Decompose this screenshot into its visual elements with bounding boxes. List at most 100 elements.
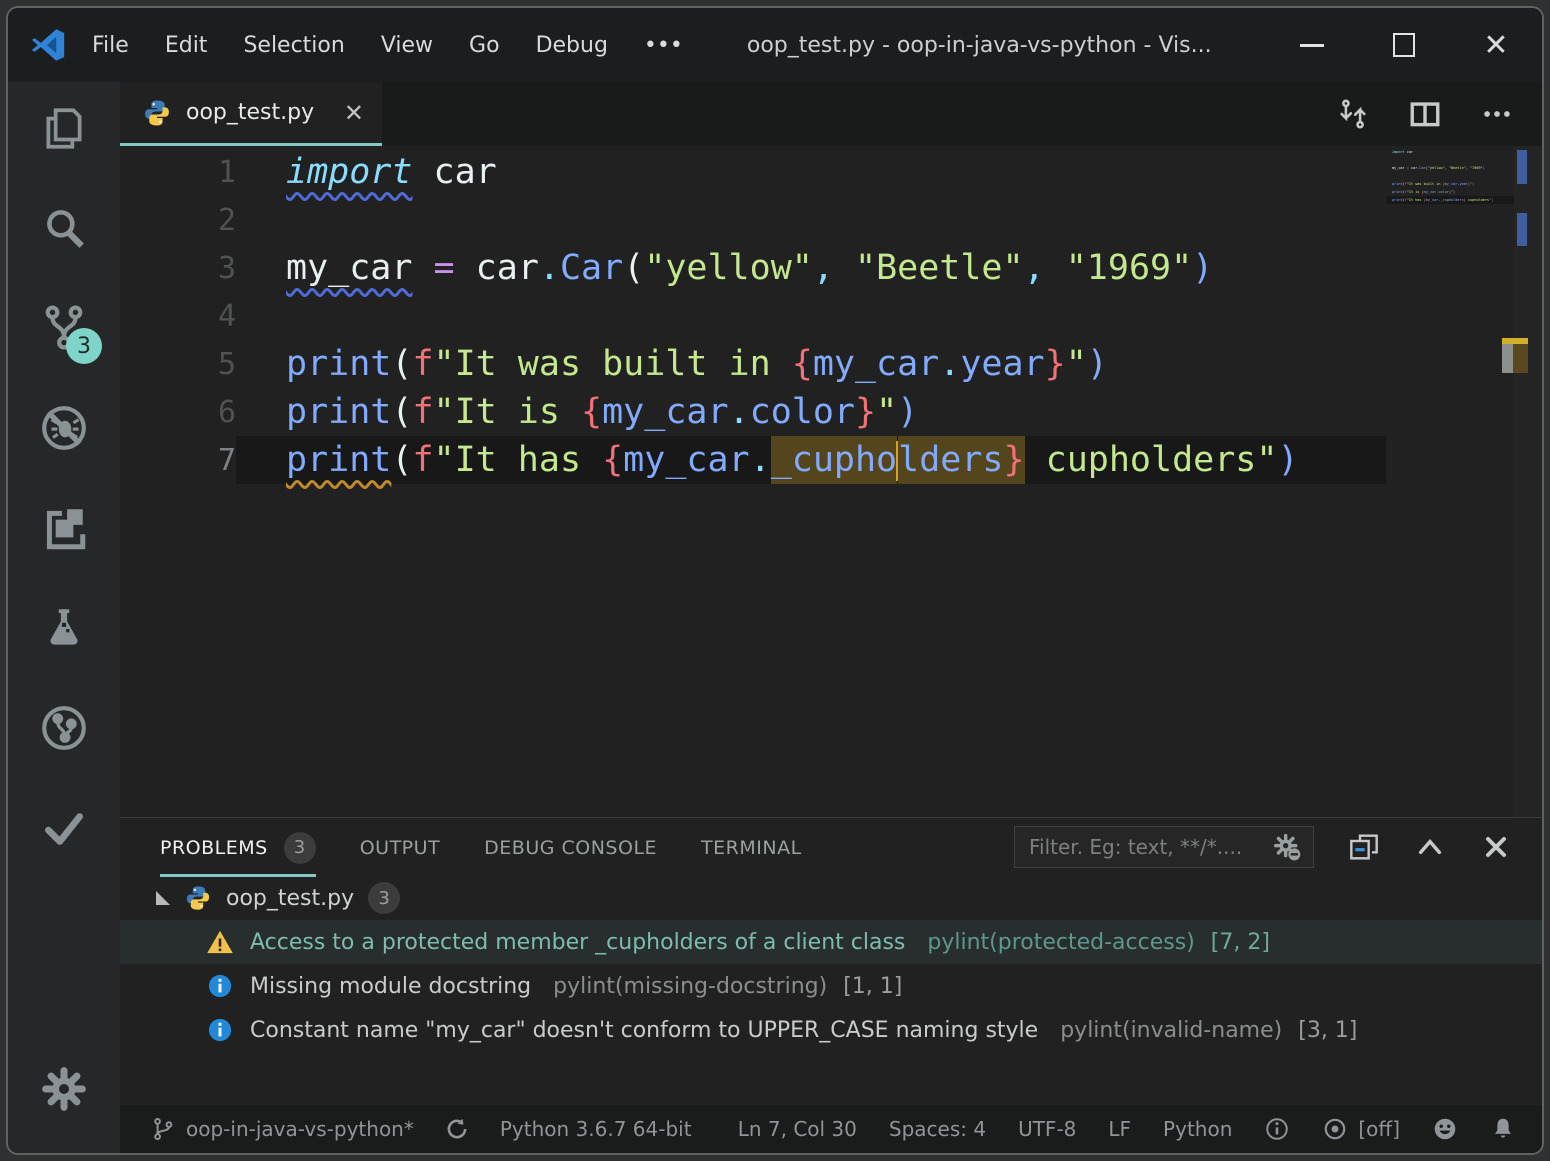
minimap-warning-marker (1502, 338, 1528, 344)
collapse-all-icon[interactable] (1348, 831, 1380, 863)
line-number[interactable]: 6 (120, 395, 236, 430)
line-number[interactable]: 3 (120, 251, 236, 286)
status-bar: oop-in-java-vs-python* Python 3.6.7 64-b… (120, 1105, 1542, 1153)
sync-status[interactable] (444, 1116, 470, 1142)
git-branch-status[interactable]: oop-in-java-vs-python* (150, 1116, 414, 1142)
eol-status[interactable]: LF (1108, 1117, 1131, 1141)
maximize-button[interactable] (1384, 25, 1424, 65)
minimap[interactable]: 1import car23my_car = car.Car("yellow", … (1386, 148, 1514, 817)
problem-message: Access to a protected member _cupholders… (250, 930, 905, 955)
panel-tab-badge: 3 (284, 832, 316, 864)
problem-position: [7, 2] (1211, 930, 1270, 955)
line-number[interactable]: 4 (120, 299, 236, 334)
tab-oop-test-py[interactable]: oop_test.py ✕ (120, 82, 382, 146)
expand-twistie-icon[interactable] (156, 891, 170, 905)
minimize-button[interactable] (1292, 25, 1332, 65)
code-line-6[interactable]: 6print(f"It is {my_car.color}") (120, 388, 1386, 436)
code-editor[interactable]: 1import car23my_car = car.Car("yellow", … (120, 146, 1542, 817)
code-line-4[interactable]: 4 (1386, 172, 1514, 180)
activity-bar: 3 (8, 82, 120, 1153)
problems-filter-input[interactable] (1029, 835, 1271, 859)
code-line-1[interactable]: 1import car (1386, 148, 1514, 156)
maximize-panel-icon[interactable] (1414, 831, 1446, 863)
split-editor-icon[interactable] (1408, 97, 1442, 131)
python-interpreter-status[interactable]: Python 3.6.7 64-bit (500, 1117, 692, 1141)
tab-label: oop_test.py (186, 100, 314, 125)
problem-position: [3, 1] (1298, 1018, 1357, 1043)
extensions-icon[interactable] (36, 500, 92, 556)
feedback-smiley-status[interactable] (1432, 1116, 1458, 1142)
problem-row[interactable]: Constant name "my_car" doesn't conform t… (120, 1008, 1542, 1052)
cursor-position-status[interactable]: Ln 7, Col 30 (738, 1117, 857, 1141)
explorer-icon[interactable] (36, 100, 92, 156)
menu-bar: File Edit Selection View Go Debug ••• (92, 33, 683, 58)
encoding-status[interactable]: UTF-8 (1018, 1117, 1076, 1141)
problem-row[interactable]: Missing module docstringpylint(missing-d… (120, 964, 1542, 1008)
python-file-icon (184, 884, 212, 912)
code-line-2[interactable]: 2 (120, 196, 1386, 244)
source-control-icon[interactable]: 3 (36, 300, 92, 356)
line-number[interactable]: 7 (120, 443, 236, 478)
code-lines[interactable]: 1import car 2 3my_car = car.Car("yellow", … (120, 148, 1386, 484)
panel-tab-terminal[interactable]: TERMINAL (701, 823, 802, 872)
tab-close-icon[interactable]: ✕ (344, 99, 364, 127)
code-line-7[interactable]: 7print(f"It has {my_car._cupholders} cup… (120, 436, 1386, 484)
menu-debug[interactable]: Debug (536, 33, 608, 58)
editor-tab-bar: oop_test.py ✕ (120, 82, 1542, 146)
panel-tab-problems[interactable]: PROBLEMS3 (160, 818, 316, 877)
refresh-icon (444, 1116, 470, 1142)
menu-edit[interactable]: Edit (165, 33, 208, 58)
menu-[interactable]: ••• (644, 33, 683, 58)
screencast-mode-status[interactable]: [off] (1322, 1116, 1400, 1142)
line-number[interactable]: 5 (120, 347, 236, 382)
panel-tab-output[interactable]: OUTPUT (360, 823, 440, 872)
more-actions-icon[interactable] (1480, 97, 1514, 131)
code-line-3[interactable]: 3my_car = car.Car("yellow", "Beetle", "1… (120, 244, 1386, 292)
menu-go[interactable]: Go (469, 33, 500, 58)
search-icon[interactable] (36, 200, 92, 256)
notifications-bell-status[interactable] (1490, 1116, 1516, 1142)
overview-ruler-scrollbar[interactable] (1514, 146, 1542, 817)
problem-message: Constant name "my_car" doesn't conform t… (250, 1018, 1038, 1043)
python-file-icon (142, 98, 172, 128)
code-line-1[interactable]: 1import car (120, 148, 1386, 196)
smiley-icon (1432, 1116, 1458, 1142)
menu-selection[interactable]: Selection (243, 33, 344, 58)
code-line-5[interactable]: 5print(f"It was built in {my_car.year}") (120, 340, 1386, 388)
git-graph-icon[interactable] (36, 700, 92, 756)
language-mode-status[interactable]: Python (1163, 1117, 1232, 1141)
code-line-3[interactable]: 3my_car = car.Car("yellow", "Beetle", "1… (1386, 164, 1514, 172)
filter-gear-icon[interactable] (1271, 831, 1303, 863)
bell-icon (1490, 1116, 1516, 1142)
settings-gear-icon[interactable] (36, 1061, 92, 1117)
overview-info-marker (1517, 213, 1527, 246)
code-line-6[interactable]: 6print(f"It is {my_car.color}") (1386, 188, 1514, 196)
code-line-7[interactable]: 7print(f"It has {my_car._cupholders} cup… (1386, 196, 1514, 204)
panel-tab-debug-console[interactable]: DEBUG CONSOLE (484, 823, 657, 872)
menu-file[interactable]: File (92, 33, 129, 58)
indentation-status[interactable]: Spaces: 4 (889, 1117, 986, 1141)
open-changes-icon[interactable] (1336, 97, 1370, 131)
code-line-4[interactable]: 4 (120, 292, 1386, 340)
check-icon[interactable] (36, 800, 92, 856)
debug-disabled-icon[interactable] (36, 400, 92, 456)
problems-file-group[interactable]: oop_test.py 3 (120, 876, 1542, 920)
info-icon (1264, 1116, 1290, 1142)
close-button[interactable]: ✕ (1476, 25, 1516, 65)
close-panel-icon[interactable] (1480, 831, 1512, 863)
code-line-5[interactable]: 5print(f"It was built in {my_car.year}") (1386, 180, 1514, 188)
problem-source: pylint(invalid-name) (1060, 1018, 1282, 1043)
test-flask-icon[interactable] (36, 600, 92, 656)
problem-row[interactable]: Access to a protected member _cupholders… (120, 920, 1542, 964)
code-line-2[interactable]: 2 (1386, 156, 1514, 164)
problems-filter-box[interactable] (1014, 826, 1314, 868)
vscode-logo-icon (30, 27, 66, 63)
menu-view[interactable]: View (381, 33, 433, 58)
panel-tabs: PROBLEMS3 OUTPUT DEBUG CONSOLE TERMINAL (160, 818, 802, 877)
window-title: oop_test.py - oop-in-java-vs-python - Vi… (747, 33, 1212, 58)
vscode-window: File Edit Selection View Go Debug ••• oop_test… (6, 6, 1544, 1155)
problem-message: Missing module docstring (250, 974, 531, 999)
linter-info-status[interactable] (1264, 1116, 1290, 1142)
line-number[interactable]: 2 (120, 203, 236, 238)
line-number[interactable]: 1 (120, 155, 236, 190)
